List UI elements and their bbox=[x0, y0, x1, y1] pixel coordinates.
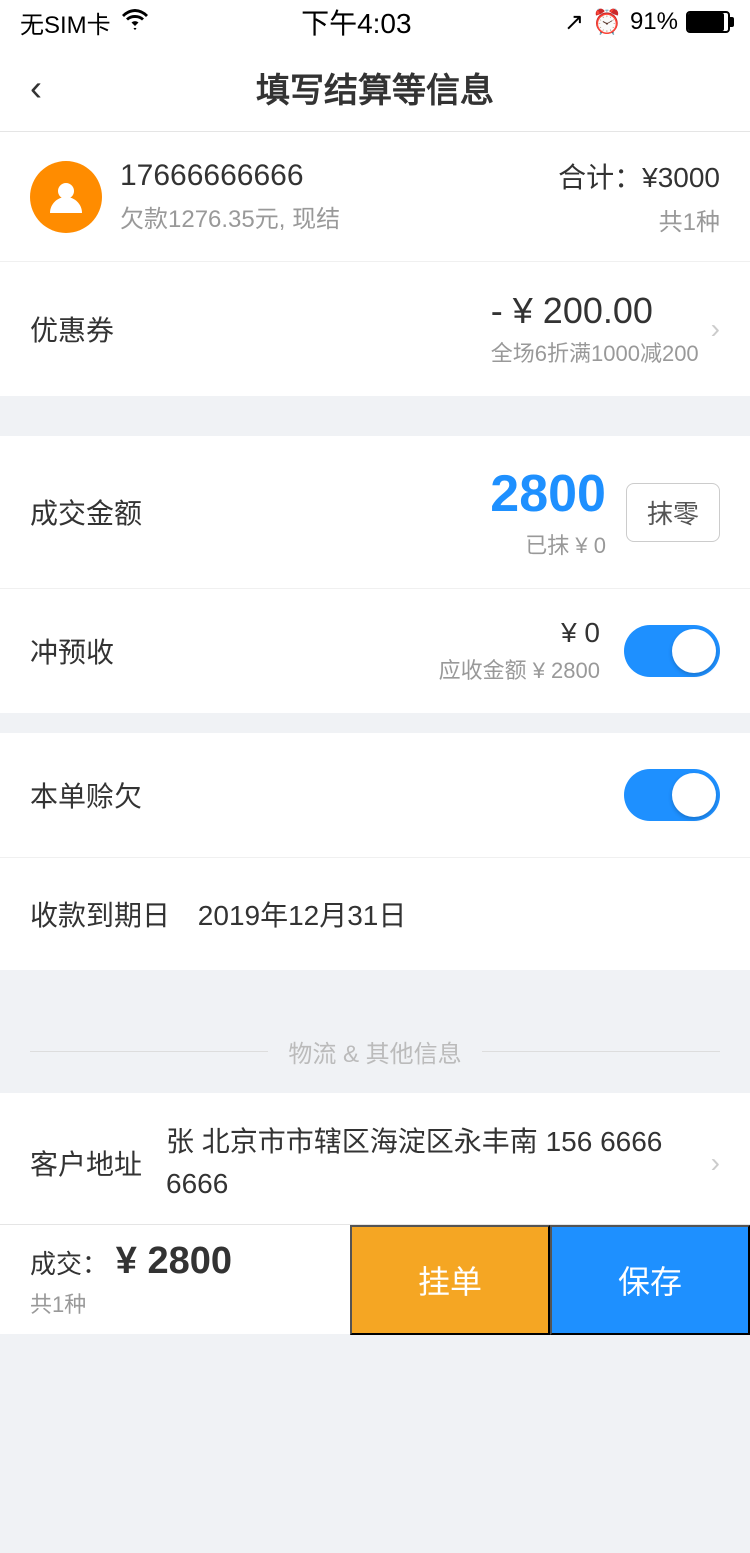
customer-card: 17666666666 欠款1276.35元, 现结 合计：¥3000 共1种 … bbox=[0, 132, 750, 396]
address-label: 客户地址 bbox=[30, 1143, 142, 1183]
prepaid-values: ¥ 0 应收金额 ¥ 2800 bbox=[439, 617, 600, 685]
transaction-right: 2800 已抹 ¥ 0 抹零 bbox=[490, 464, 720, 560]
bottom-title-row: 成交： ¥ 2800 bbox=[30, 1240, 320, 1283]
location-icon: ↗ bbox=[564, 8, 584, 37]
customer-debt: 欠款1276.35元, 现结 bbox=[120, 199, 340, 234]
coupon-desc: 全场6折满1000减200 bbox=[491, 336, 699, 368]
carrier-label: 无SIM卡 bbox=[20, 5, 111, 40]
due-date-value: 2019年12月31日 bbox=[198, 900, 407, 931]
status-bar-left: 无SIM卡 bbox=[20, 5, 149, 40]
customer-total: 合计：¥3000 共1种 bbox=[558, 156, 720, 237]
status-bar: 无SIM卡 下午4:03 ↗ ⏰ 91% bbox=[0, 0, 750, 44]
total-amount: 合计：¥3000 bbox=[558, 156, 720, 196]
customer-info-row: 17666666666 欠款1276.35元, 现结 合计：¥3000 共1种 bbox=[0, 132, 750, 261]
coupon-label: 优惠券 bbox=[30, 309, 114, 349]
customer-phone: 17666666666 bbox=[120, 159, 340, 193]
page-title: 填写结算等信息 bbox=[256, 63, 494, 112]
prepaid-row: 冲预收 ¥ 0 应收金额 ¥ 2800 bbox=[0, 588, 750, 713]
customer-left: 17666666666 欠款1276.35元, 现结 bbox=[30, 159, 340, 234]
nav-bar: ‹ 填写结算等信息 bbox=[0, 44, 750, 132]
chevron-right-icon: › bbox=[711, 313, 720, 345]
main-content: 17666666666 欠款1276.35元, 现结 合计：¥3000 共1种 … bbox=[0, 132, 750, 1553]
transaction-value-group: 2800 已抹 ¥ 0 bbox=[490, 464, 606, 560]
pending-button[interactable]: 挂单 bbox=[350, 1225, 550, 1335]
status-bar-time: 下午4:03 bbox=[301, 2, 412, 42]
avatar bbox=[30, 161, 102, 233]
battery-percent: 91% bbox=[630, 8, 678, 36]
transaction-value: 2800 bbox=[490, 464, 606, 524]
prepaid-label: 冲预收 bbox=[30, 631, 114, 671]
bottom-title-label: 成交： bbox=[30, 1249, 108, 1279]
debt-card: 本单赊欠 收款到期日 2019年12月31日 bbox=[0, 733, 750, 970]
debt-toggle-knob bbox=[672, 773, 716, 817]
due-date-row: 收款到期日 2019年12月31日 bbox=[0, 857, 750, 970]
total-count: 共1种 bbox=[558, 202, 720, 237]
toggle-knob bbox=[672, 629, 716, 673]
section-divider-1 bbox=[0, 416, 750, 436]
logistics-label: 物流 & 其他信息 bbox=[288, 1034, 461, 1069]
prepaid-right: ¥ 0 应收金额 ¥ 2800 bbox=[439, 617, 720, 685]
due-date-label: 收款到期日 bbox=[30, 900, 170, 931]
prepaid-toggle[interactable] bbox=[624, 625, 720, 677]
section-divider-2 bbox=[0, 713, 750, 733]
bottom-summary: 成交： ¥ 2800 共1种 bbox=[0, 1240, 350, 1319]
clock-icon: ⏰ bbox=[592, 8, 622, 37]
bottom-amount: ¥ 2800 bbox=[116, 1240, 232, 1282]
debt-toggle[interactable] bbox=[624, 769, 720, 821]
bottom-count: 共1种 bbox=[30, 1287, 320, 1319]
coupon-row[interactable]: 优惠券 - ¥ 200.00 全场6折满1000减200 › bbox=[0, 261, 750, 396]
debt-row: 本单赊欠 bbox=[0, 733, 750, 857]
address-value: 张 北京市市辖区海淀区永丰南 156 6666 6666 bbox=[166, 1121, 711, 1205]
address-chevron-icon: › bbox=[711, 1147, 720, 1179]
save-button[interactable]: 保存 bbox=[550, 1225, 750, 1335]
divider-line-left bbox=[30, 1051, 268, 1052]
customer-details: 17666666666 欠款1276.35元, 现结 bbox=[120, 159, 340, 234]
amount-section: 成交金额 2800 已抹 ¥ 0 抹零 冲预收 ¥ 0 应收金额 ¥ 2800 bbox=[0, 436, 750, 713]
coupon-right: - ¥ 200.00 全场6折满1000减200 › bbox=[491, 290, 720, 368]
battery-icon bbox=[686, 11, 730, 33]
transaction-row: 成交金额 2800 已抹 ¥ 0 抹零 bbox=[0, 436, 750, 588]
wifi-icon bbox=[121, 8, 149, 37]
prepaid-amount: ¥ 0 bbox=[439, 617, 600, 649]
address-row[interactable]: 客户地址 张 北京市市辖区海淀区永丰南 156 6666 6666 › bbox=[0, 1093, 750, 1233]
transaction-label: 成交金额 bbox=[30, 492, 142, 532]
section-divider-3 bbox=[0, 990, 750, 1010]
status-bar-right: ↗ ⏰ 91% bbox=[564, 8, 730, 37]
coupon-discount: - ¥ 200.00 bbox=[491, 290, 699, 332]
round-button[interactable]: 抹零 bbox=[626, 483, 720, 542]
bottom-bar: 成交： ¥ 2800 共1种 挂单 保存 bbox=[0, 1224, 750, 1334]
debt-label: 本单赊欠 bbox=[30, 775, 142, 815]
coupon-info: - ¥ 200.00 全场6折满1000减200 bbox=[491, 290, 699, 368]
logistics-divider: 物流 & 其他信息 bbox=[0, 1010, 750, 1093]
back-button[interactable]: ‹ bbox=[30, 67, 42, 109]
prepaid-sub: 应收金额 ¥ 2800 bbox=[439, 653, 600, 685]
divider-line-right bbox=[482, 1051, 720, 1052]
transaction-sub: 已抹 ¥ 0 bbox=[490, 528, 606, 560]
